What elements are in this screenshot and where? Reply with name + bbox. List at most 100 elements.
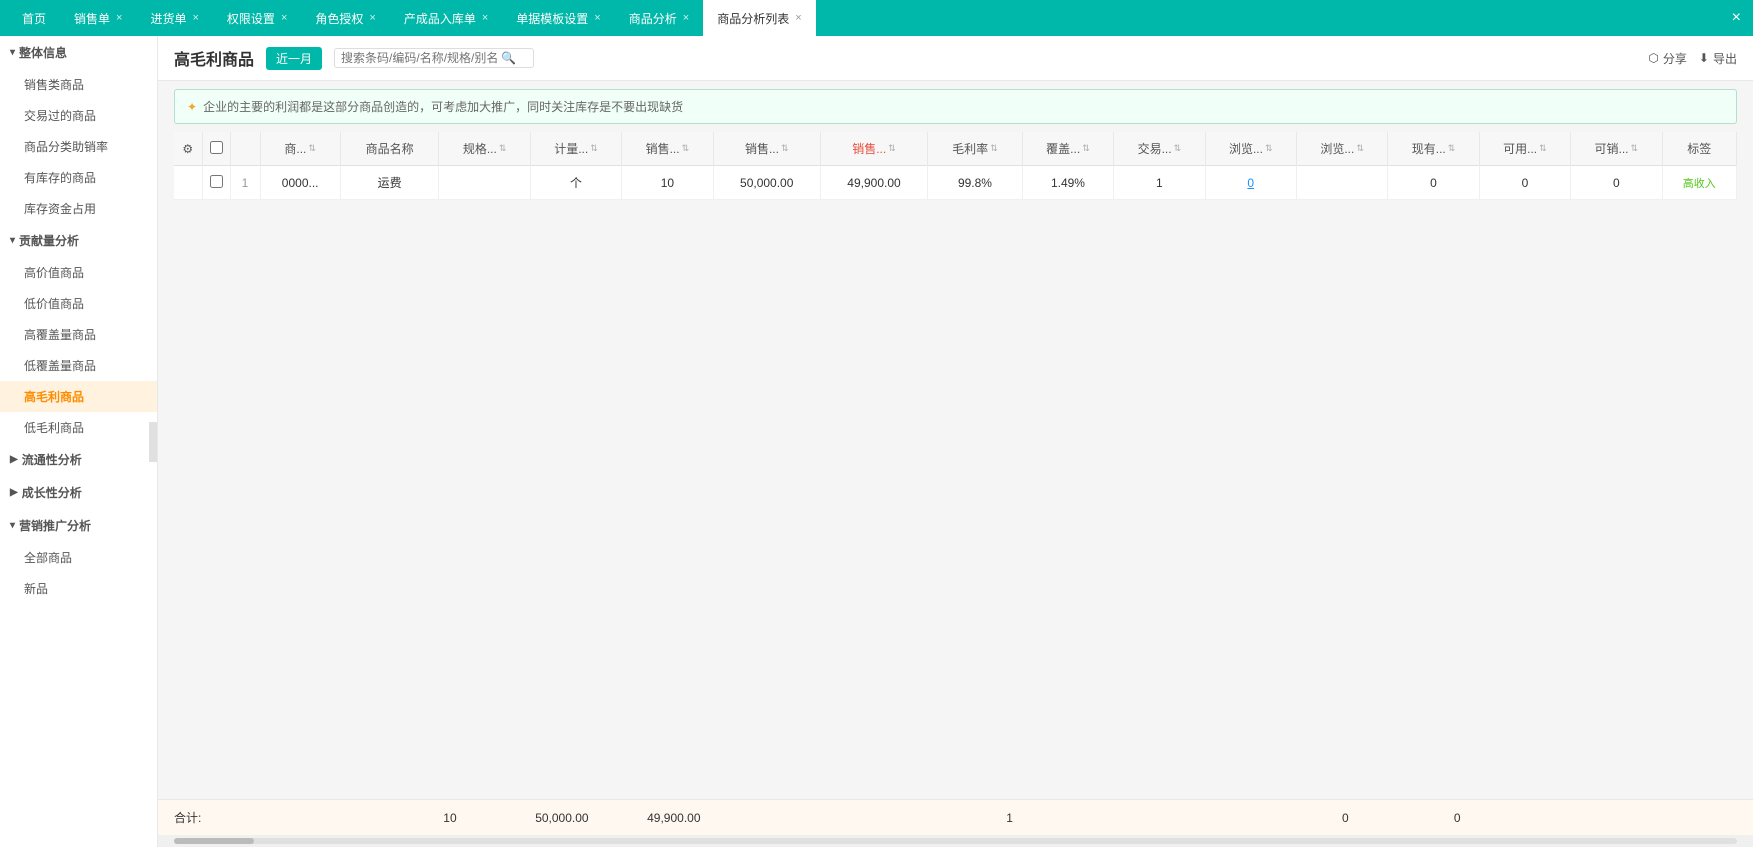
row-checkbox[interactable] bbox=[210, 175, 223, 188]
search-input[interactable] bbox=[341, 51, 501, 65]
export-icon: ⬇ bbox=[1699, 51, 1709, 65]
top-nav: 首页 销售单 × 进货单 × 权限设置 × 角色授权 × 产成品入库单 × 单据… bbox=[0, 0, 1753, 36]
export-btn[interactable]: ⬇ 导出 bbox=[1699, 50, 1737, 67]
search-box: 🔍 bbox=[334, 48, 534, 68]
close-sales-order[interactable]: × bbox=[116, 12, 122, 24]
info-icon: ✦ bbox=[187, 100, 197, 114]
col-available[interactable]: 可用... ⇅ bbox=[1479, 132, 1570, 166]
nav-template-settings[interactable]: 单据模板设置 × bbox=[502, 0, 614, 36]
row-stock: 0 bbox=[1388, 166, 1479, 200]
sort-available-icon: ⇅ bbox=[1539, 143, 1547, 154]
table-container[interactable]: ⚙ 商... ⇅ bbox=[158, 132, 1753, 799]
sidebar-group-overall[interactable]: ▾ 整体信息 bbox=[0, 36, 157, 69]
sidebar-item-in-stock[interactable]: 有库存的商品 bbox=[0, 162, 157, 193]
content-area: 高毛利商品 近一月 🔍 ⬡ 分享 ⬇ 导出 ✦ 企业的主要的利润都是这部分商品创… bbox=[158, 36, 1753, 847]
sidebar-item-sales-goods[interactable]: 销售类商品 bbox=[0, 69, 157, 100]
col-code[interactable]: 商... ⇅ bbox=[260, 132, 340, 166]
sidebar-item-stock-capital[interactable]: 库存资金占用 bbox=[0, 193, 157, 224]
sidebar-group-contribution[interactable]: ▾ 贡献量分析 bbox=[0, 224, 157, 257]
sort-browse1-icon: ⇅ bbox=[1265, 143, 1273, 154]
window-close-icon[interactable]: × bbox=[1732, 9, 1741, 27]
col-gross-rate[interactable]: 毛利率 ⇅ bbox=[928, 132, 1023, 166]
footer-sales3: 49,900.00 bbox=[618, 811, 730, 825]
row-browse1[interactable]: 0 bbox=[1205, 166, 1296, 200]
sidebar-group-circulation[interactable]: ▶ 流通性分析 bbox=[0, 443, 157, 476]
col-transactions[interactable]: 交易... ⇅ bbox=[1114, 132, 1205, 166]
close-template-settings[interactable]: × bbox=[594, 12, 600, 24]
sort-sales3-icon: ⇅ bbox=[888, 143, 896, 154]
close-product-inbound[interactable]: × bbox=[482, 12, 488, 24]
col-coverage[interactable]: 覆盖... ⇅ bbox=[1022, 132, 1113, 166]
sidebar-item-low-margin[interactable]: 低毛利商品 bbox=[0, 412, 157, 443]
col-browse2[interactable]: 浏览... ⇅ bbox=[1296, 132, 1387, 166]
filter-recent-month-btn[interactable]: 近一月 bbox=[266, 47, 322, 70]
header-actions: ⬡ 分享 ⬇ 导出 bbox=[1648, 50, 1737, 67]
col-name[interactable]: 商品名称 bbox=[340, 132, 439, 166]
nav-purchase-order[interactable]: 进货单 × bbox=[136, 0, 212, 36]
close-product-analysis-list[interactable]: × bbox=[795, 12, 801, 24]
row-checkbox-cell[interactable] bbox=[202, 166, 230, 200]
row-sales1: 10 bbox=[622, 166, 713, 200]
info-banner: ✦ 企业的主要的利润都是这部分商品创造的，可考虑加大推广，同时关注库存是不要出现… bbox=[174, 89, 1737, 124]
sort-saleable-icon: ⇅ bbox=[1631, 143, 1639, 154]
col-sales1[interactable]: 销售... ⇅ bbox=[622, 132, 713, 166]
sidebar-collapse-btn[interactable]: 《 bbox=[149, 422, 158, 462]
col-browse1[interactable]: 浏览... ⇅ bbox=[1205, 132, 1296, 166]
nav-product-analysis-list[interactable]: 商品分析列表 × bbox=[703, 0, 815, 36]
sort-coverage-icon: ⇅ bbox=[1082, 143, 1090, 154]
sidebar-item-high-value[interactable]: 高价值商品 bbox=[0, 257, 157, 288]
close-purchase-order[interactable]: × bbox=[192, 12, 198, 24]
scroll-thumb[interactable] bbox=[174, 838, 254, 844]
arrow-contribution-icon: ▾ bbox=[10, 235, 15, 246]
sort-sales1-icon: ⇅ bbox=[682, 143, 690, 154]
nav-permission-settings[interactable]: 权限设置 × bbox=[213, 0, 301, 36]
sort-unit-icon: ⇅ bbox=[590, 143, 598, 154]
col-unit[interactable]: 计量... ⇅ bbox=[530, 132, 621, 166]
sidebar-item-category-rate[interactable]: 商品分类助销率 bbox=[0, 131, 157, 162]
sidebar-item-all-goods[interactable]: 全部商品 bbox=[0, 542, 157, 573]
nav-role-auth[interactable]: 角色授权 × bbox=[301, 0, 389, 36]
select-all-checkbox[interactable] bbox=[210, 141, 223, 154]
nav-product-inbound[interactable]: 产成品入库单 × bbox=[390, 0, 502, 36]
footer-bar: 合计: 10 50,000.00 49,900.00 1 0 0 bbox=[158, 799, 1753, 835]
sidebar-item-traded-goods[interactable]: 交易过的商品 bbox=[0, 100, 157, 131]
sidebar-item-new-goods[interactable]: 新品 bbox=[0, 573, 157, 604]
footer-sales2: 50,000.00 bbox=[506, 811, 618, 825]
close-role-auth[interactable]: × bbox=[369, 12, 375, 24]
row-gross-rate: 99.8% bbox=[928, 166, 1023, 200]
col-spec[interactable]: 规格... ⇅ bbox=[439, 132, 530, 166]
nav-sales-order[interactable]: 销售单 × bbox=[60, 0, 136, 36]
col-sales3[interactable]: 销售... ⇅ bbox=[820, 132, 927, 166]
sidebar-item-high-coverage[interactable]: 高覆盖量商品 bbox=[0, 319, 157, 350]
table-row: 1 0000... 运费 个 10 50,000.00 49,900.00 99… bbox=[174, 166, 1737, 200]
share-btn[interactable]: ⬡ 分享 bbox=[1648, 50, 1687, 67]
settings-icon[interactable]: ⚙ bbox=[182, 142, 193, 156]
sidebar-item-low-value[interactable]: 低价值商品 bbox=[0, 288, 157, 319]
scroll-track[interactable] bbox=[174, 838, 1737, 844]
nav-product-analysis[interactable]: 商品分析 × bbox=[615, 0, 703, 36]
sidebar-group-growth[interactable]: ▶ 成长性分析 bbox=[0, 476, 157, 509]
horizontal-scrollbar[interactable] bbox=[158, 835, 1753, 847]
col-saleable[interactable]: 可销... ⇅ bbox=[1571, 132, 1662, 166]
arrow-growth-icon: ▶ bbox=[10, 487, 18, 498]
col-sales2[interactable]: 销售... ⇅ bbox=[713, 132, 820, 166]
search-icon[interactable]: 🔍 bbox=[501, 51, 516, 65]
close-product-analysis[interactable]: × bbox=[683, 12, 689, 24]
row-browse2 bbox=[1296, 166, 1387, 200]
close-permission-settings[interactable]: × bbox=[281, 12, 287, 24]
row-unit: 个 bbox=[530, 166, 621, 200]
col-settings[interactable]: ⚙ bbox=[174, 132, 202, 166]
content-header: 高毛利商品 近一月 🔍 ⬡ 分享 ⬇ 导出 bbox=[158, 36, 1753, 81]
row-tag: 高收入 bbox=[1662, 166, 1737, 200]
row-code: 0000... bbox=[260, 166, 340, 200]
col-stock[interactable]: 现有... ⇅ bbox=[1388, 132, 1479, 166]
sidebar-group-marketing[interactable]: ▾ 营销推广分析 bbox=[0, 509, 157, 542]
footer-label: 合计: bbox=[174, 809, 394, 826]
nav-home[interactable]: 首页 bbox=[8, 0, 60, 36]
footer-saleable bbox=[1513, 811, 1625, 825]
sidebar-item-high-margin[interactable]: 高毛利商品 bbox=[0, 381, 157, 412]
sidebar-item-low-coverage[interactable]: 低覆盖量商品 bbox=[0, 350, 157, 381]
row-settings-cell bbox=[174, 166, 202, 200]
col-checkbox[interactable] bbox=[202, 132, 230, 166]
footer-sales1: 10 bbox=[394, 811, 506, 825]
